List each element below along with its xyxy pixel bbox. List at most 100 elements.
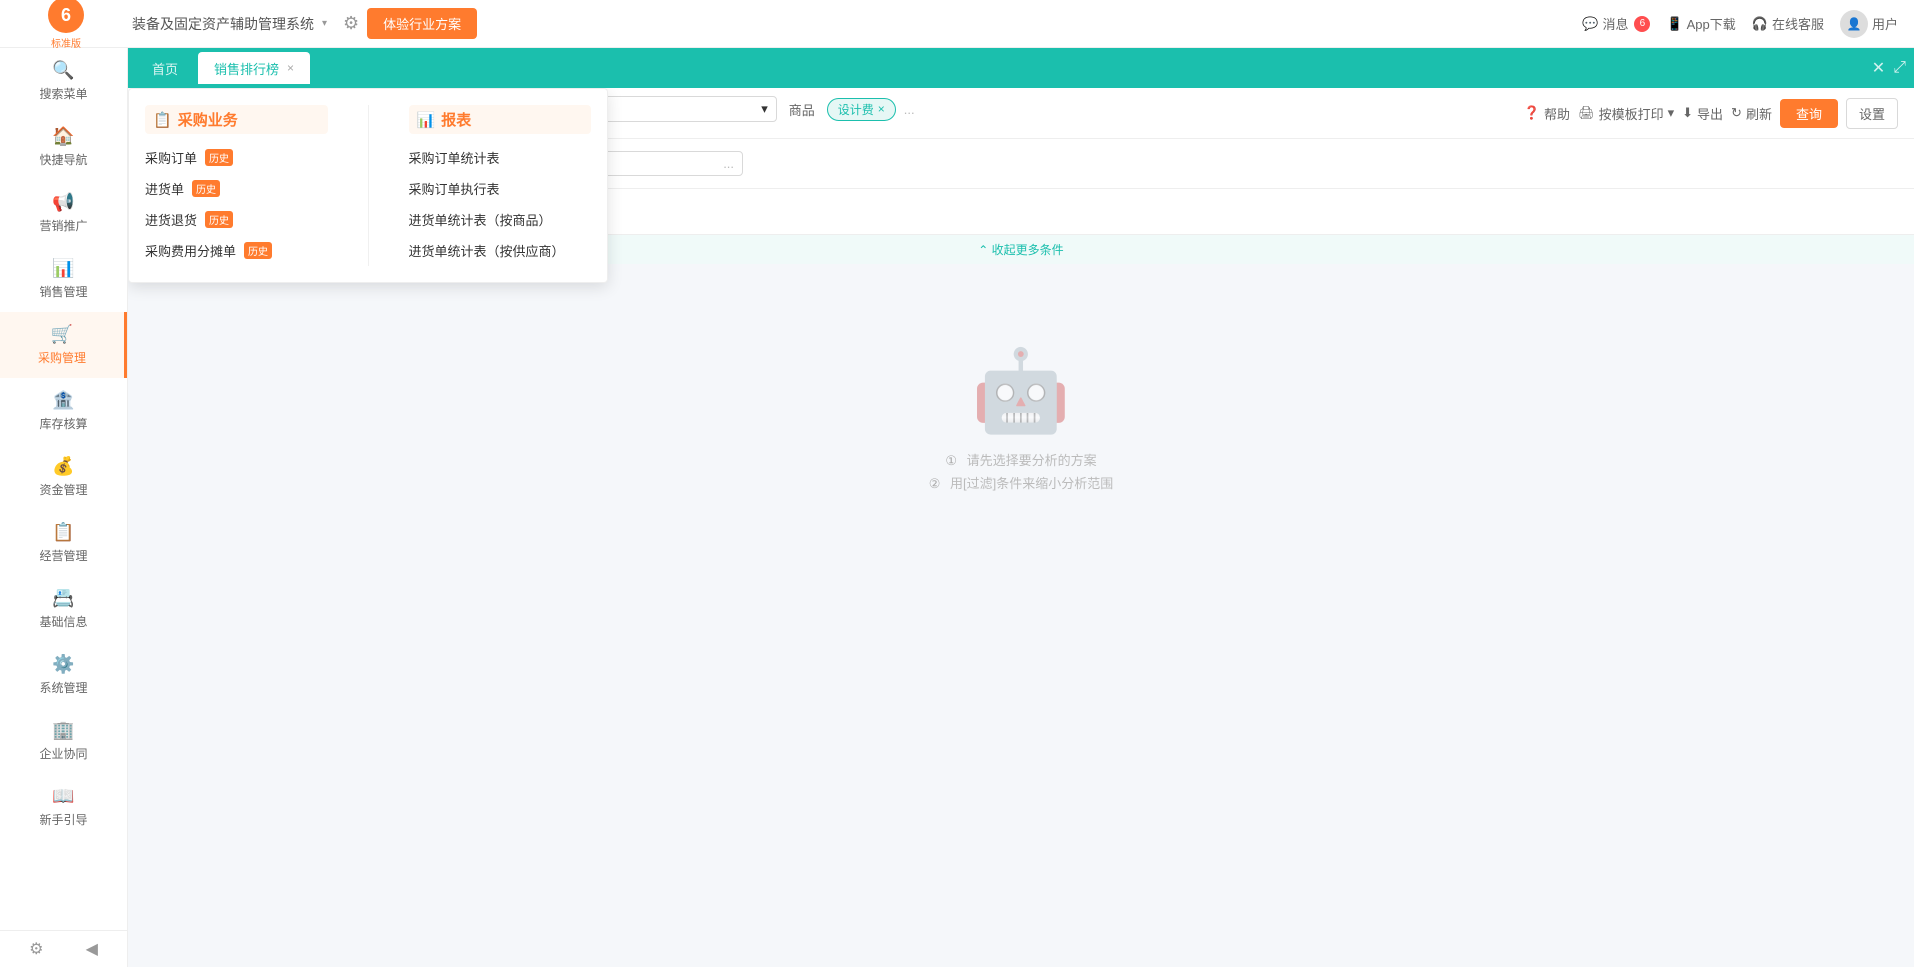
menu-item-purchase-order-exec[interactable]: 采购订单执行表 <box>409 173 592 204</box>
app-container: 6 标准版 装备及固定资产辅助管理系统 ▾ ⚙ 体验行业方案 💬 消息 6 📱 … <box>0 0 1914 967</box>
purchase-section-title: 📋 采购业务 <box>145 105 328 134</box>
tab-home[interactable]: 首页 <box>136 52 194 84</box>
empty-state: 🤖 ① 请先选择要分析的方案 ② 用[过滤]条件来缩小分析范围 <box>128 264 1914 576</box>
app-download-item[interactable]: 📱 App下载 <box>1666 14 1735 33</box>
tab-fullscreen-icon[interactable]: ⤢ <box>1893 59 1906 77</box>
receipt-stat-supplier-label: 进货单统计表（按供应商） <box>409 241 565 260</box>
sidebar-item-guide[interactable]: 📖 新手引导 <box>0 774 127 840</box>
tab-expand: ✕ ⤢ <box>1872 58 1906 78</box>
menu-item-purchase-order-stat[interactable]: 采购订单统计表 <box>409 142 592 173</box>
sidebar-item-purchase[interactable]: 🛒 采购管理 <box>0 312 127 378</box>
sidebar-item-marketing[interactable]: 📢 营销推广 <box>0 180 127 246</box>
receipt-stat-goods-label: 进货单统计表（按商品） <box>409 210 552 229</box>
sidebar-collapse-icon[interactable]: ◀ <box>86 939 98 959</box>
help-btn[interactable]: ❓ 帮助 <box>1524 104 1570 123</box>
menu-item-return[interactable]: 进货退货 历史 <box>145 204 328 235</box>
system-dropdown-icon[interactable]: ▾ <box>322 18 327 29</box>
menu-item-expense[interactable]: 采购费用分摊单 历史 <box>145 235 328 266</box>
purchase-order-exec-label: 采购订单执行表 <box>409 179 500 198</box>
sidebar-item-basic[interactable]: 📇 基础信息 <box>0 576 127 642</box>
goods-tag: 设计费 × <box>827 98 896 121</box>
empty-illustration: 🤖 <box>971 344 1071 438</box>
sidebar-settings-icon[interactable]: ⚙ <box>29 939 43 959</box>
refresh-btn[interactable]: ↻ 刷新 <box>1731 104 1772 123</box>
sidebar: 🔍 搜索菜单 🏠 快捷导航 📢 营销推广 📊 销售管理 🛒 采购管理 🏦 <box>0 48 128 967</box>
logo-area: 6 标准版 <box>16 0 116 50</box>
logo-text: 标准版 <box>51 35 81 50</box>
sidebar-label-sales: 销售管理 <box>39 283 87 300</box>
menu-item-receipt[interactable]: 进货单 历史 <box>145 173 328 204</box>
menu-item-receipt-stat-goods[interactable]: 进货单统计表（按商品） <box>409 204 592 235</box>
menu-item-purchase-order[interactable]: 采购订单 历史 <box>145 142 328 173</box>
goods-filter: 设计费 × ... <box>827 98 915 121</box>
operations-icon: 📋 <box>52 522 74 543</box>
return-badge: 历史 <box>205 211 233 228</box>
sidebar-item-sales[interactable]: 📊 销售管理 <box>0 246 127 312</box>
empty-hint1: ① 请先选择要分析的方案 <box>945 450 1096 469</box>
online-service-item[interactable]: 🎧 在线客服 <box>1752 14 1824 33</box>
goods-tag-close-icon[interactable]: × <box>878 102 885 116</box>
sidebar-item-operations[interactable]: 📋 经营管理 <box>0 510 127 576</box>
refresh-label: 刷新 <box>1746 104 1772 123</box>
purchase-section-label: 采购业务 <box>178 109 238 130</box>
marketing-icon: 📢 <box>52 192 74 213</box>
menu-item-receipt-stat-supplier[interactable]: 进货单统计表（按供应商） <box>409 235 592 266</box>
system-name: 装备及固定资产辅助管理系统 <box>132 14 314 34</box>
tab-close-window-icon[interactable]: ✕ <box>1872 58 1885 78</box>
system-icon: ⚙️ <box>52 654 74 675</box>
print-arrow: ▾ <box>1668 105 1675 121</box>
industry-btn[interactable]: 体验行业方案 <box>367 8 477 39</box>
sidebar-item-enterprise[interactable]: 🏢 企业协同 <box>0 708 127 774</box>
settings-btn[interactable]: 设置 <box>1846 98 1898 129</box>
tab-close-icon[interactable]: × <box>287 61 294 75</box>
print-label: 按模板打印 <box>1599 104 1664 123</box>
goods-more-icon[interactable]: ... <box>904 102 915 117</box>
empty-hint2: ② 用[过滤]条件来缩小分析范围 <box>929 473 1114 492</box>
query-btn[interactable]: 查询 <box>1780 99 1838 128</box>
tab-sales-rank[interactable]: 销售排行榜 × <box>198 52 310 84</box>
headset-icon: 🎧 <box>1752 16 1768 32</box>
sidebar-item-search[interactable]: 🔍 搜索菜单 <box>0 48 127 114</box>
guide-icon: 📖 <box>52 786 74 807</box>
top-bar: 6 标准版 装备及固定资产辅助管理系统 ▾ ⚙ 体验行业方案 💬 消息 6 📱 … <box>0 0 1914 48</box>
menu-item-receipt-label: 进货单 <box>145 179 184 198</box>
sidebar-item-quick-nav[interactable]: 🏠 快捷导航 <box>0 114 127 180</box>
sidebar-item-inventory[interactable]: 🏦 库存核算 <box>0 378 127 444</box>
sidebar-label-enterprise: 企业协同 <box>39 745 87 762</box>
sidebar-label-quick-nav: 快捷导航 <box>39 151 87 168</box>
online-service-label: 在线客服 <box>1772 14 1824 33</box>
sidebar-label-system: 系统管理 <box>39 679 87 696</box>
user-label: 用户 <box>1872 14 1898 33</box>
message-item[interactable]: 💬 消息 6 <box>1582 14 1650 33</box>
tab-bar: 首页 销售排行榜 × ✕ ⤢ <box>128 48 1914 88</box>
main-layout: 🔍 搜索菜单 🏠 快捷导航 📢 营销推广 📊 销售管理 🛒 采购管理 🏦 <box>0 48 1914 967</box>
sidebar-label-basic: 基础信息 <box>39 613 87 630</box>
export-icon: ⬇ <box>1682 105 1693 121</box>
filter-actions: ❓ 帮助 🖨 按模板打印 ▾ ⬇ 导出 ↻ <box>1524 98 1898 129</box>
top-bar-left: 6 标准版 装备及固定资产辅助管理系统 ▾ ⚙ 体验行业方案 <box>16 0 477 50</box>
salesperson-more-icon[interactable]: ... <box>723 156 734 171</box>
sidebar-item-finance[interactable]: 💰 资金管理 <box>0 444 127 510</box>
basic-icon: 📇 <box>52 588 74 609</box>
purchase-order-badge: 历史 <box>205 149 233 166</box>
purchase-dropdown-menu: 📋 采购业务 采购订单 历史 进货单 历史 进货退货 <box>128 88 608 283</box>
print-btn[interactable]: 🖨 按模板打印 ▾ <box>1578 104 1674 123</box>
settings-icon[interactable]: ⚙ <box>343 13 359 34</box>
finance-icon: 💰 <box>52 456 74 477</box>
report-section-label: 报表 <box>441 109 471 130</box>
report-section-icon: 📊 <box>417 111 436 129</box>
export-btn[interactable]: ⬇ 导出 <box>1682 104 1723 123</box>
user-avatar: 👤 <box>1840 10 1868 38</box>
sidebar-item-system[interactable]: ⚙️ 系统管理 <box>0 642 127 708</box>
help-label: 帮助 <box>1544 104 1570 123</box>
mobile-icon: 📱 <box>1666 16 1682 32</box>
report-menu-section: 📊 报表 采购订单统计表 采购订单执行表 进货单统计表（按商品） <box>409 105 592 266</box>
doc-status-arrow: ▾ <box>761 101 768 117</box>
print-icon: 🖨 <box>1578 105 1595 121</box>
user-item[interactable]: 👤 用户 <box>1840 10 1898 38</box>
content-area: 首页 销售排行榜 × ✕ ⤢ 日期 近7天 <box>128 48 1914 967</box>
tab-sales-rank-label: 销售排行榜 <box>214 59 279 78</box>
search-icon: 🔍 <box>52 60 74 81</box>
sales-icon: 📊 <box>52 258 74 279</box>
logo-icon: 6 <box>48 0 84 33</box>
